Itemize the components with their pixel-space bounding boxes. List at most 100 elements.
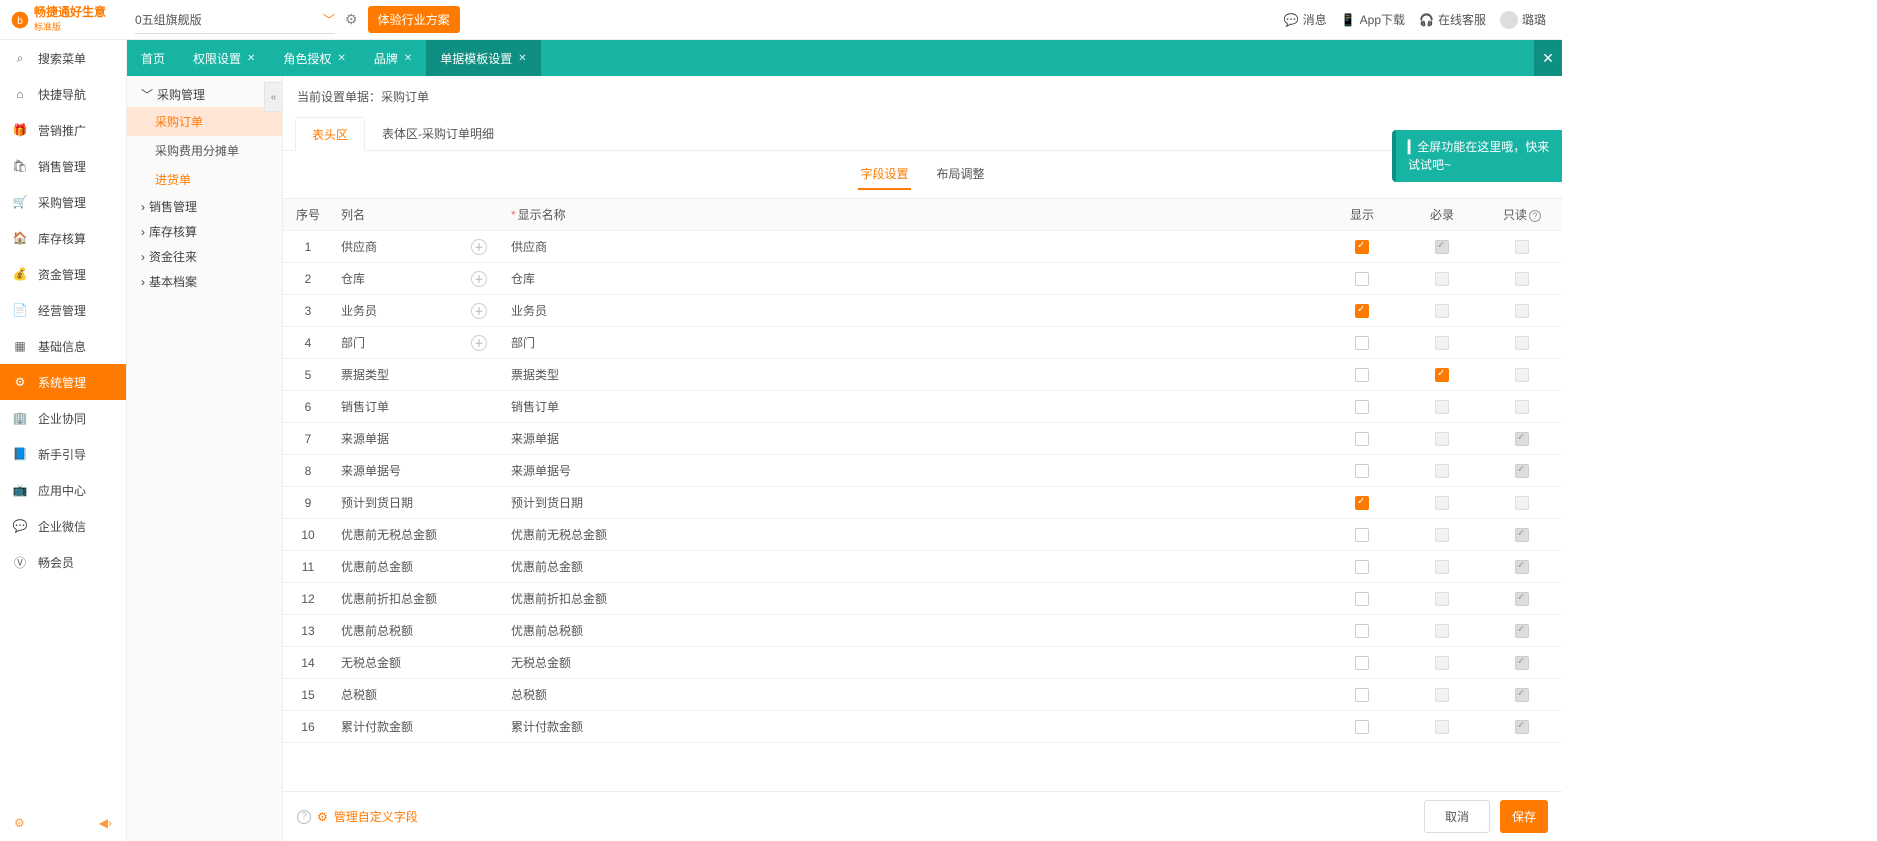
cell-display-name[interactable]: 部门 — [503, 327, 1322, 359]
sidebar-item[interactable]: 🏠库存核算 — [0, 220, 126, 256]
cell-display-name[interactable]: 业务员 — [503, 295, 1322, 327]
sidebar-item[interactable]: 📄经营管理 — [0, 292, 126, 328]
cell-display-name[interactable]: 票据类型 — [503, 359, 1322, 391]
subnav-group[interactable]: ›基本档案 — [127, 269, 282, 294]
subnav-group[interactable]: ›销售管理 — [127, 194, 282, 219]
inner-tab[interactable]: 表头区 — [295, 117, 365, 151]
cell-display-name[interactable]: 优惠前总税额 — [503, 615, 1322, 647]
checkbox[interactable] — [1355, 720, 1369, 734]
close-icon[interactable]: ✕ — [404, 53, 412, 64]
subnav-group[interactable]: ›资金往来 — [127, 244, 282, 269]
table-row: 13优惠前总税额优惠前总税额 — [283, 615, 1562, 647]
add-icon[interactable]: ＋ — [471, 271, 487, 287]
checkbox[interactable] — [1355, 400, 1369, 414]
sidebar-item[interactable]: ⚙系统管理 — [0, 364, 126, 400]
sidebar-item[interactable]: 📘新手引导 — [0, 436, 126, 472]
sidebar-icon: ⚙ — [12, 375, 28, 389]
close-icon[interactable]: ✕ — [247, 53, 255, 64]
customer-service-link[interactable]: 🎧在线客服 — [1419, 11, 1486, 28]
sidebar-item[interactable]: 🛒采购管理 — [0, 184, 126, 220]
sidebar-icon: 🛍 — [12, 159, 28, 173]
help-icon[interactable]: ? — [1529, 210, 1541, 222]
close-icon[interactable]: ✕ — [518, 53, 526, 64]
cell-display-name[interactable]: 累计付款金额 — [503, 711, 1322, 743]
cell-display-name[interactable]: 预计到货日期 — [503, 487, 1322, 519]
cell-seq: 2 — [283, 263, 333, 295]
th-col-name: 列名 — [333, 199, 503, 231]
tab[interactable]: 角色授权✕ — [269, 40, 359, 76]
cell-show — [1322, 615, 1402, 647]
subnav-group[interactable]: ﹀采购管理 — [127, 82, 282, 107]
subnav-item[interactable]: 采购费用分摊单 — [127, 136, 282, 165]
settings-footer-icon[interactable]: ⚙ — [14, 816, 25, 830]
cell-display-name[interactable]: 总税额 — [503, 679, 1322, 711]
cell-display-name[interactable]: 仓库 — [503, 263, 1322, 295]
checkbox[interactable] — [1355, 656, 1369, 670]
cell-display-name[interactable]: 优惠前折扣总金额 — [503, 583, 1322, 615]
cell-display-name[interactable]: 优惠前无税总金额 — [503, 519, 1322, 551]
checkbox[interactable] — [1355, 592, 1369, 606]
collapse-sidebar-icon[interactable]: ◀› — [99, 816, 112, 830]
sidebar-item[interactable]: 📺应用中心 — [0, 472, 126, 508]
help-icon[interactable]: ? — [297, 810, 311, 824]
user-menu[interactable]: 璐璐 — [1500, 11, 1546, 29]
segment-tab[interactable]: 布局调整 — [935, 159, 987, 190]
sidebar-item[interactable]: ⌂快捷导航 — [0, 76, 126, 112]
checkbox[interactable] — [1355, 272, 1369, 286]
close-all-tabs-button[interactable]: ✕ — [1534, 40, 1562, 76]
cell-display-name[interactable]: 无税总金额 — [503, 647, 1322, 679]
sidebar-item[interactable]: 💬企业微信 — [0, 508, 126, 544]
collapse-subnav-icon[interactable]: « — [264, 82, 282, 112]
subnav-group[interactable]: ›库存核算 — [127, 219, 282, 244]
inner-tab[interactable]: 表体区-采购订单明细 — [365, 116, 511, 150]
add-icon[interactable]: ＋ — [471, 303, 487, 319]
cell-display-name[interactable]: 来源单据号 — [503, 455, 1322, 487]
checkbox[interactable] — [1355, 496, 1369, 510]
org-selector[interactable]: 0五组旗舰版﹀ — [135, 6, 335, 34]
app-download-link[interactable]: 📱App下载 — [1341, 11, 1405, 28]
checkbox[interactable] — [1355, 464, 1369, 478]
tab[interactable]: 权限设置✕ — [179, 40, 269, 76]
settings-icon[interactable]: ⚙ — [345, 11, 358, 28]
sidebar-item[interactable]: 🏢企业协同 — [0, 400, 126, 436]
checkbox[interactable] — [1355, 336, 1369, 350]
messages-link[interactable]: 💬消息 — [1284, 11, 1327, 28]
checkbox[interactable] — [1355, 304, 1369, 318]
checkbox[interactable] — [1355, 432, 1369, 446]
sidebar-item[interactable]: Ⓥ畅会员 — [0, 544, 126, 580]
checkbox[interactable] — [1355, 368, 1369, 382]
checkbox[interactable] — [1355, 688, 1369, 702]
sidebar-item[interactable]: ⌕搜索菜单 — [0, 40, 126, 76]
th-readonly: 只读? — [1482, 199, 1562, 231]
sidebar-item[interactable]: 🎁营销推广 — [0, 112, 126, 148]
checkbox — [1515, 432, 1529, 446]
table-row: 16累计付款金额累计付款金额 — [283, 711, 1562, 743]
sidebar-label: 企业协同 — [38, 410, 86, 427]
cancel-button[interactable]: 取消 — [1424, 800, 1490, 833]
checkbox[interactable] — [1355, 240, 1369, 254]
subnav-item[interactable]: 进货单 — [127, 165, 282, 194]
checkbox[interactable] — [1355, 624, 1369, 638]
cell-display-name[interactable]: 优惠前总金额 — [503, 551, 1322, 583]
segment-tab[interactable]: 字段设置 — [858, 159, 910, 190]
cell-display-name[interactable]: 销售订单 — [503, 391, 1322, 423]
cell-show — [1322, 423, 1402, 455]
checkbox[interactable] — [1355, 528, 1369, 542]
tab[interactable]: 首页 — [127, 40, 179, 76]
checkbox[interactable] — [1355, 560, 1369, 574]
add-icon[interactable]: ＋ — [471, 335, 487, 351]
cell-display-name[interactable]: 供应商 — [503, 231, 1322, 263]
sidebar-item[interactable]: 💰资金管理 — [0, 256, 126, 292]
subnav-item[interactable]: 采购订单 — [127, 107, 282, 136]
tab[interactable]: 品牌✕ — [360, 40, 426, 76]
cell-display-name[interactable]: 来源单据 — [503, 423, 1322, 455]
manage-custom-fields-link[interactable]: 管理自定义字段 — [334, 808, 418, 825]
sidebar-item[interactable]: 🛍销售管理 — [0, 148, 126, 184]
sidebar-item[interactable]: ▦基础信息 — [0, 328, 126, 364]
experience-button[interactable]: 体验行业方案 — [368, 6, 460, 33]
save-button[interactable]: 保存 — [1500, 800, 1548, 833]
close-icon[interactable]: ✕ — [337, 53, 345, 64]
checkbox[interactable] — [1435, 368, 1449, 382]
add-icon[interactable]: ＋ — [471, 239, 487, 255]
tab[interactable]: 单据模板设置✕ — [426, 40, 540, 76]
